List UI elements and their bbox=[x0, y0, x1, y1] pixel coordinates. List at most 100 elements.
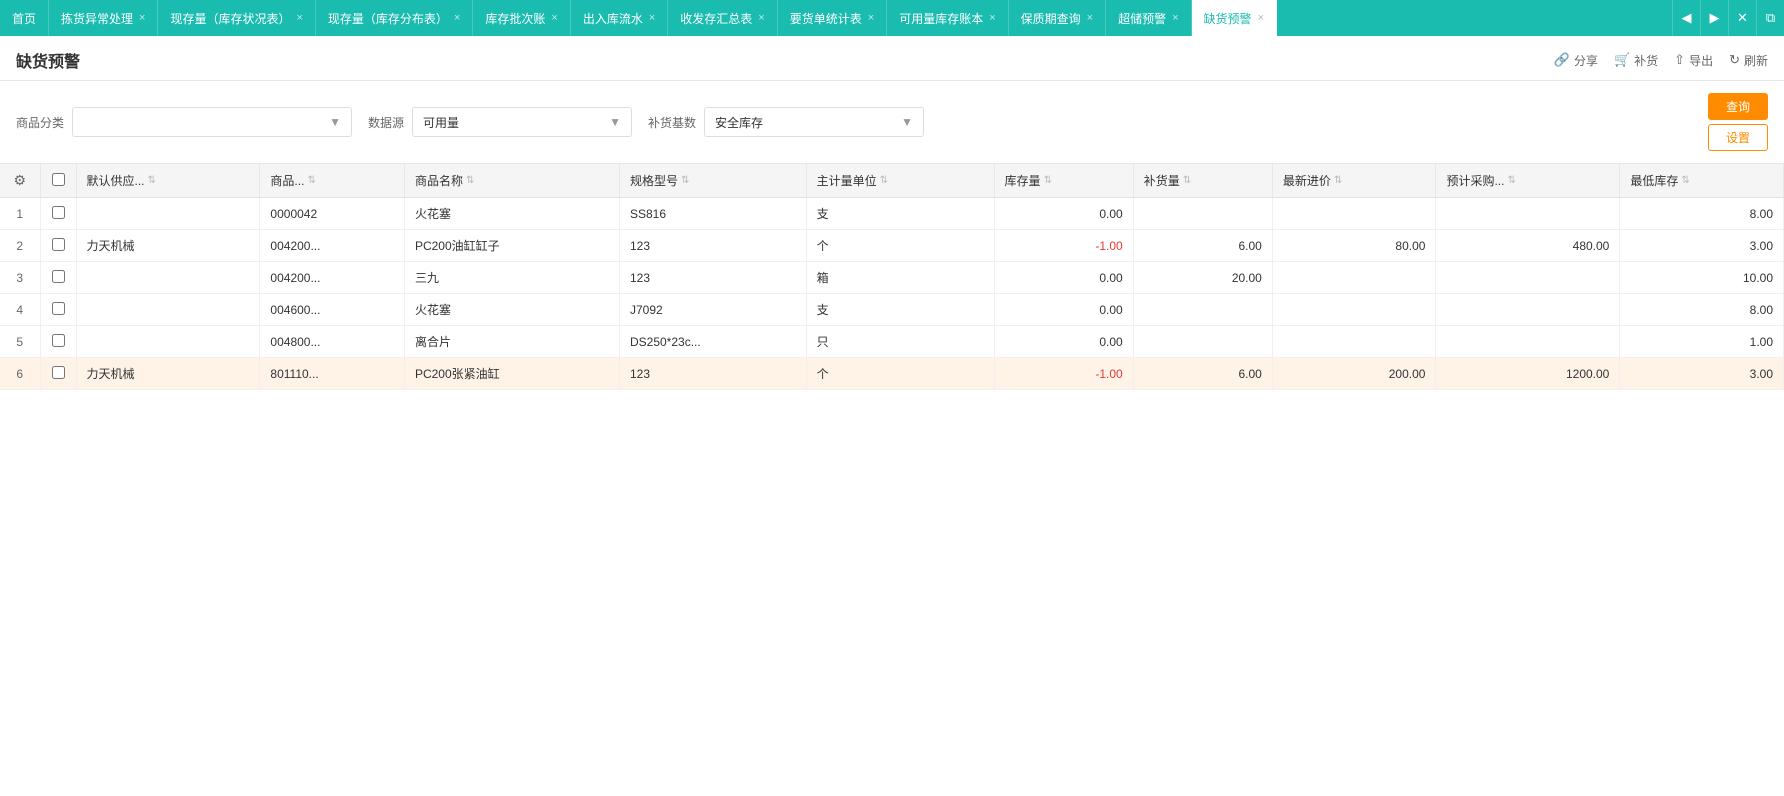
close-tab-order-stats[interactable]: × bbox=[868, 12, 874, 24]
tab-picking[interactable]: 拣货异常处理 × bbox=[49, 0, 158, 36]
col-header-unit[interactable]: 主计量单位 ⇅ bbox=[806, 164, 994, 198]
row-checkbox-4[interactable] bbox=[40, 294, 76, 326]
col-header-latest-price[interactable]: 最新进价 ⇅ bbox=[1272, 164, 1436, 198]
col-header-est-purchase[interactable]: 预计采购... ⇅ bbox=[1436, 164, 1620, 198]
row-checkbox-2[interactable] bbox=[40, 230, 76, 262]
cell-supplier-6: 力天机械 bbox=[76, 358, 260, 390]
sort-icon-est-purchase: ⇅ bbox=[1507, 175, 1515, 186]
row-select-6[interactable] bbox=[52, 366, 65, 379]
row-checkbox-3[interactable] bbox=[40, 262, 76, 294]
row-checkbox-6[interactable] bbox=[40, 358, 76, 390]
cell-name-2: PC200油缸缸子 bbox=[404, 230, 619, 262]
refresh-icon: ↻ bbox=[1729, 52, 1740, 68]
tab-overstock[interactable]: 超储预警 × bbox=[1106, 0, 1191, 36]
sort-icon-replenish: ⇅ bbox=[1183, 175, 1191, 186]
col-header-code[interactable]: 商品... ⇅ bbox=[260, 164, 405, 198]
cell-latest-price-5 bbox=[1272, 326, 1436, 358]
settings-button[interactable]: 设置 bbox=[1708, 124, 1768, 151]
row-select-1[interactable] bbox=[52, 206, 65, 219]
filter-select-datasource[interactable]: 可用量 ▼ bbox=[412, 107, 632, 137]
tab-inventory-dist[interactable]: 现存量（库存分布表） × bbox=[316, 0, 473, 36]
row-num-4: 4 bbox=[0, 294, 40, 326]
cell-latest-price-6: 200.00 bbox=[1272, 358, 1436, 390]
data-table: ⚙ 默认供应... ⇅ 商品... ⇅ bbox=[0, 164, 1784, 390]
table-header-row: ⚙ 默认供应... ⇅ 商品... ⇅ bbox=[0, 164, 1784, 198]
sort-icon-supplier: ⇅ bbox=[148, 175, 156, 186]
tab-home[interactable]: 首页 bbox=[0, 0, 49, 36]
close-tab-overstock[interactable]: × bbox=[1172, 12, 1178, 24]
cell-stock-4: 0.00 bbox=[994, 294, 1133, 326]
filter-select-category[interactable]: ▼ bbox=[72, 107, 352, 137]
refresh-button[interactable]: ↻ 刷新 bbox=[1729, 52, 1768, 69]
row-select-2[interactable] bbox=[52, 238, 65, 251]
filter-label-replenish-base: 补货基数 bbox=[648, 114, 696, 131]
tab-prev-button[interactable]: ◀ bbox=[1672, 0, 1700, 36]
query-button[interactable]: 查询 bbox=[1708, 93, 1768, 120]
tab-flow[interactable]: 出入库流水 × bbox=[571, 0, 668, 36]
col-header-replenish[interactable]: 补货量 ⇅ bbox=[1133, 164, 1272, 198]
cell-est-purchase-2: 480.00 bbox=[1436, 230, 1620, 262]
close-tab-summary[interactable]: × bbox=[758, 12, 764, 24]
cell-latest-price-2: 80.00 bbox=[1272, 230, 1436, 262]
col-header-min-stock[interactable]: 最低库存 ⇅ bbox=[1620, 164, 1784, 198]
share-icon: 🔗 bbox=[1554, 52, 1570, 68]
tab-batch[interactable]: 库存批次账 × bbox=[473, 0, 570, 36]
tab-inventory-status[interactable]: 现存量（库存状况表） × bbox=[158, 0, 315, 36]
col-header-stock[interactable]: 库存量 ⇅ bbox=[994, 164, 1133, 198]
close-tab-inventory-status[interactable]: × bbox=[296, 12, 302, 24]
replenish-button[interactable]: 🛒 补货 bbox=[1614, 52, 1658, 69]
row-checkbox-5[interactable] bbox=[40, 326, 76, 358]
row-checkbox-1[interactable] bbox=[40, 198, 76, 230]
tab-expiry[interactable]: 保质期查询 × bbox=[1009, 0, 1106, 36]
cell-replenish-5 bbox=[1133, 326, 1272, 358]
replenish-icon: 🛒 bbox=[1614, 52, 1630, 68]
col-header-spec[interactable]: 规格型号 ⇅ bbox=[619, 164, 806, 198]
cell-replenish-3: 20.00 bbox=[1133, 262, 1272, 294]
cell-supplier-3 bbox=[76, 262, 260, 294]
settings-gear-icon[interactable]: ⚙ bbox=[13, 172, 26, 188]
row-select-4[interactable] bbox=[52, 302, 65, 315]
cell-supplier-5 bbox=[76, 326, 260, 358]
cell-unit-3: 箱 bbox=[806, 262, 994, 294]
tab-order-stats[interactable]: 要货单统计表 × bbox=[778, 0, 887, 36]
row-select-5[interactable] bbox=[52, 334, 65, 347]
close-tab-expiry[interactable]: × bbox=[1087, 12, 1093, 24]
cell-spec-1: SS816 bbox=[619, 198, 806, 230]
col-header-supplier[interactable]: 默认供应... ⇅ bbox=[76, 164, 260, 198]
cell-est-purchase-1 bbox=[1436, 198, 1620, 230]
cell-min-stock-1: 8.00 bbox=[1620, 198, 1784, 230]
select-all-checkbox[interactable] bbox=[52, 173, 65, 186]
cell-spec-5: DS250*23c... bbox=[619, 326, 806, 358]
filter-select-replenish-base[interactable]: 安全库存 ▼ bbox=[704, 107, 924, 137]
row-select-3[interactable] bbox=[52, 270, 65, 283]
close-tab-available[interactable]: × bbox=[989, 12, 995, 24]
tab-available[interactable]: 可用量库存账本 × bbox=[887, 0, 1008, 36]
cell-stock-3: 0.00 bbox=[994, 262, 1133, 294]
tab-next-button[interactable]: ▶ bbox=[1700, 0, 1728, 36]
col-header-checkbox[interactable] bbox=[40, 164, 76, 198]
tab-expand-button[interactable]: ⧉ bbox=[1756, 0, 1784, 36]
tab-nav-buttons: ◀ ▶ ✕ ⧉ bbox=[1672, 0, 1784, 36]
col-header-name[interactable]: 商品名称 ⇅ bbox=[404, 164, 619, 198]
close-tab-picking[interactable]: × bbox=[139, 12, 145, 24]
cell-est-purchase-5 bbox=[1436, 326, 1620, 358]
cell-name-3: 三九 bbox=[404, 262, 619, 294]
cell-unit-4: 支 bbox=[806, 294, 994, 326]
page-header: 缺货预警 🔗 分享 🛒 补货 ⇧ 导出 ↻ 刷新 bbox=[0, 36, 1784, 81]
tab-summary[interactable]: 收发存汇总表 × bbox=[668, 0, 777, 36]
cell-est-purchase-4 bbox=[1436, 294, 1620, 326]
export-button[interactable]: ⇧ 导出 bbox=[1674, 52, 1713, 69]
cell-name-4: 火花塞 bbox=[404, 294, 619, 326]
tab-close-button[interactable]: ✕ bbox=[1728, 0, 1756, 36]
tab-shortage[interactable]: 缺货预警 × bbox=[1192, 0, 1277, 36]
close-tab-shortage[interactable]: × bbox=[1258, 12, 1264, 24]
cell-min-stock-3: 10.00 bbox=[1620, 262, 1784, 294]
close-tab-flow[interactable]: × bbox=[649, 12, 655, 24]
share-button[interactable]: 🔗 分享 bbox=[1554, 52, 1598, 69]
close-tab-batch[interactable]: × bbox=[551, 12, 557, 24]
close-tab-inventory-dist[interactable]: × bbox=[454, 12, 460, 24]
export-icon: ⇧ bbox=[1674, 52, 1685, 68]
col-header-settings[interactable]: ⚙ bbox=[0, 164, 40, 198]
filter-group-category: 商品分类 ▼ bbox=[16, 107, 352, 137]
cell-name-5: 离合片 bbox=[404, 326, 619, 358]
